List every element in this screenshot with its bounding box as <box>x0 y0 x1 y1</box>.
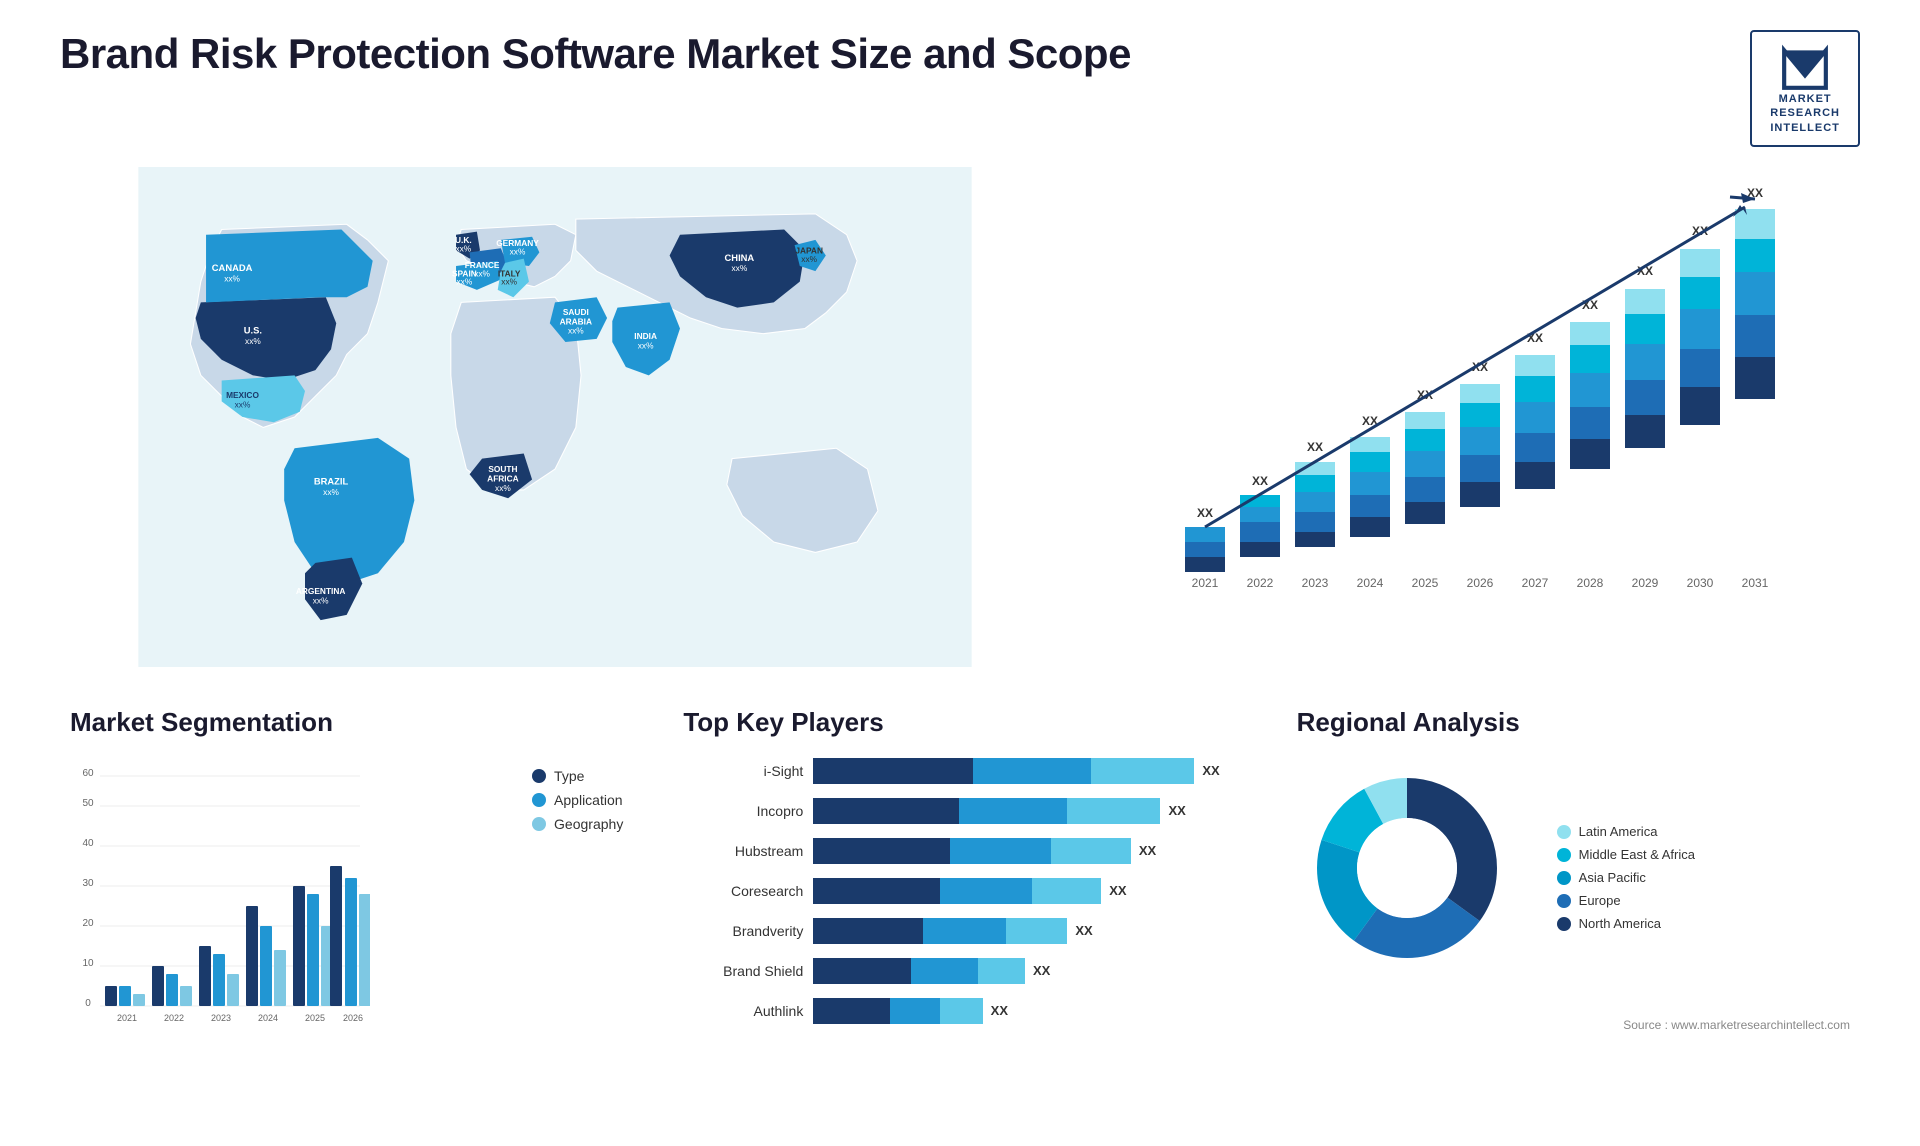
player-name-brandverity: Brandverity <box>683 923 803 939</box>
players-section: Top Key Players i-Sight XX Incopro <box>673 697 1246 1053</box>
svg-text:xx%: xx% <box>568 326 584 336</box>
svg-text:CHINA: CHINA <box>725 253 755 263</box>
svg-text:60: 60 <box>82 768 94 779</box>
svg-text:XX: XX <box>1197 506 1213 520</box>
svg-text:2022: 2022 <box>1247 576 1274 590</box>
svg-text:2025: 2025 <box>305 1013 325 1023</box>
svg-text:BRAZIL: BRAZIL <box>314 477 349 487</box>
donut-svg <box>1297 758 1517 978</box>
svg-text:2024: 2024 <box>258 1013 278 1023</box>
player-row-incopro: Incopro XX <box>683 798 1236 824</box>
svg-text:xx%: xx% <box>732 263 748 273</box>
svg-text:XX: XX <box>1307 440 1323 454</box>
svg-text:xx%: xx% <box>457 277 473 287</box>
logo: MARKET RESEARCH INTELLECT <box>1750 30 1860 147</box>
type-dot <box>532 769 546 783</box>
svg-text:2031: 2031 <box>1742 576 1769 590</box>
player-row-isight: i-Sight XX <box>683 758 1236 784</box>
donut-chart <box>1297 758 1517 978</box>
svg-text:xx%: xx% <box>638 340 654 350</box>
svg-text:2030: 2030 <box>1687 576 1714 590</box>
svg-text:xx%: xx% <box>501 277 517 287</box>
svg-text:40: 40 <box>82 838 94 849</box>
svg-text:xx%: xx% <box>801 254 817 264</box>
svg-text:xx%: xx% <box>245 336 261 346</box>
player-name-coresearch: Coresearch <box>683 883 803 899</box>
legend-latin-america: Latin America <box>1557 824 1695 839</box>
svg-text:2023: 2023 <box>1302 576 1329 590</box>
svg-text:2026: 2026 <box>1467 576 1494 590</box>
legend-application: Application <box>532 792 623 808</box>
player-name-incopro: Incopro <box>683 803 803 819</box>
map-svg: CANADA xx% U.S. xx% MEXICO xx% BRAZIL xx… <box>60 167 1050 667</box>
application-dot <box>532 793 546 807</box>
segmentation-chart: 0 10 20 30 40 50 60 <box>70 758 370 1038</box>
svg-text:2026: 2026 <box>343 1013 363 1023</box>
svg-text:2029: 2029 <box>1632 576 1659 590</box>
regional-title: Regional Analysis <box>1297 707 1850 738</box>
player-row-coresearch: Coresearch XX <box>683 878 1236 904</box>
segmentation-legend: Type Application Geography <box>532 768 623 1043</box>
page-title: Brand Risk Protection Software Market Si… <box>60 30 1131 78</box>
svg-text:2025: 2025 <box>1412 576 1439 590</box>
growth-chart-section: XX 2021 XX 2022 XX 2023 <box>1070 167 1880 667</box>
logo-text: MARKET RESEARCH INTELLECT <box>1770 92 1840 135</box>
svg-text:20: 20 <box>82 918 94 929</box>
legend-geography: Geography <box>532 816 623 832</box>
segmentation-section: Market Segmentation 0 10 20 30 40 50 60 <box>60 697 633 1053</box>
legend-middle-east: Middle East & Africa <box>1557 847 1695 862</box>
svg-text:XX: XX <box>1252 474 1268 488</box>
logo-icon <box>1780 42 1830 92</box>
svg-text:10: 10 <box>82 958 94 969</box>
player-row-authlink: Authlink XX <box>683 998 1236 1024</box>
svg-text:xx%: xx% <box>313 595 329 605</box>
player-name-authlink: Authlink <box>683 1003 803 1019</box>
svg-text:xx%: xx% <box>510 246 526 256</box>
svg-text:xx%: xx% <box>455 243 471 253</box>
legend-north-america: North America <box>1557 916 1695 931</box>
player-name-hubstream: Hubstream <box>683 843 803 859</box>
svg-text:xx%: xx% <box>495 483 511 493</box>
geography-dot <box>532 817 546 831</box>
segmentation-title: Market Segmentation <box>70 707 623 738</box>
player-name-brandshield: Brand Shield <box>683 963 803 979</box>
regional-section: Regional Analysis <box>1287 697 1860 1053</box>
svg-text:2021: 2021 <box>1192 576 1219 590</box>
svg-text:2022: 2022 <box>164 1013 184 1023</box>
growth-chart-svg: XX 2021 XX 2022 XX 2023 <box>1090 187 1860 647</box>
svg-text:2024: 2024 <box>1357 576 1384 590</box>
legend-asia-pacific: Asia Pacific <box>1557 870 1695 885</box>
svg-text:xx%: xx% <box>323 487 339 497</box>
legend-type: Type <box>532 768 623 784</box>
world-map: CANADA xx% U.S. xx% MEXICO xx% BRAZIL xx… <box>60 167 1050 667</box>
svg-text:30: 30 <box>82 878 94 889</box>
page-header: Brand Risk Protection Software Market Si… <box>60 30 1860 147</box>
svg-text:2023: 2023 <box>211 1013 231 1023</box>
player-row-hubstream: Hubstream XX <box>683 838 1236 864</box>
regional-legend: Latin America Middle East & Africa Asia … <box>1557 824 1695 931</box>
svg-text:CANADA: CANADA <box>212 263 253 273</box>
svg-text:0: 0 <box>85 998 91 1009</box>
donut-legend-row: Latin America Middle East & Africa Asia … <box>1297 758 1850 998</box>
legend-europe: Europe <box>1557 893 1695 908</box>
svg-text:xx%: xx% <box>235 400 251 410</box>
players-title: Top Key Players <box>683 707 1236 738</box>
svg-text:U.S.: U.S. <box>244 326 262 336</box>
svg-text:xx%: xx% <box>224 273 240 283</box>
svg-text:2028: 2028 <box>1577 576 1604 590</box>
player-name-isight: i-Sight <box>683 763 803 779</box>
svg-text:50: 50 <box>82 798 94 809</box>
source-text: Source : www.marketresearchintellect.com <box>1297 1018 1850 1032</box>
player-row-brandshield: Brand Shield XX <box>683 958 1236 984</box>
svg-text:2027: 2027 <box>1522 576 1549 590</box>
svg-text:2021: 2021 <box>117 1013 137 1023</box>
player-row-brandverity: Brandverity XX <box>683 918 1236 944</box>
